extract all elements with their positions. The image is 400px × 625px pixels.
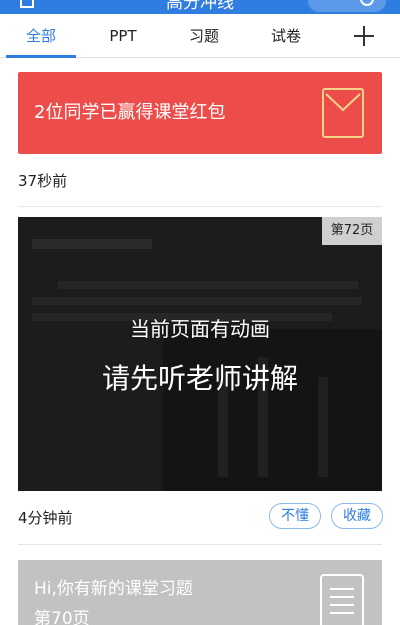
tab-all[interactable]: 全部 [6,14,76,58]
favorite-button[interactable]: 收藏 [331,503,383,529]
slide-thumbnail [18,217,382,491]
exercise-title: Hi,你有新的课堂习题 [34,579,193,599]
tab-exams[interactable]: 试卷 [251,14,321,58]
redpacket-time: 37秒前 [18,172,68,190]
redpacket-banner[interactable]: 2位同学已赢得课堂红包 [18,72,382,154]
not-understand-button[interactable]: 不懂 [269,503,321,529]
redpacket-text: 2位同学已赢得课堂红包 [34,102,226,123]
tab-ppt[interactable]: PPT [88,14,158,58]
envelope-icon [322,88,364,138]
profile-pill[interactable] [308,0,386,12]
exercise-card[interactable]: Hi,你有新的课堂习题 第70页 [18,560,382,625]
listen-notice: 请先听老师讲解 [101,362,298,395]
add-icon[interactable] [354,26,374,46]
tab-exercises[interactable]: 习题 [169,14,239,58]
profile-icon [360,0,374,6]
app-bar: 高分冲线 [0,0,400,14]
slide-preview[interactable]: 第72页 当前页面有动画 请先听老师讲解 [18,217,382,491]
document-icon [320,574,364,625]
tab-bar: 全部 PPT 习题 试卷 [0,14,400,58]
slide-time: 4分钟前 [18,509,73,527]
divider [18,544,382,545]
animation-notice: 当前页面有动画 [130,317,270,341]
page-badge: 第72页 [322,217,382,245]
exercise-page: 第70页 [34,609,90,625]
divider [18,206,382,207]
